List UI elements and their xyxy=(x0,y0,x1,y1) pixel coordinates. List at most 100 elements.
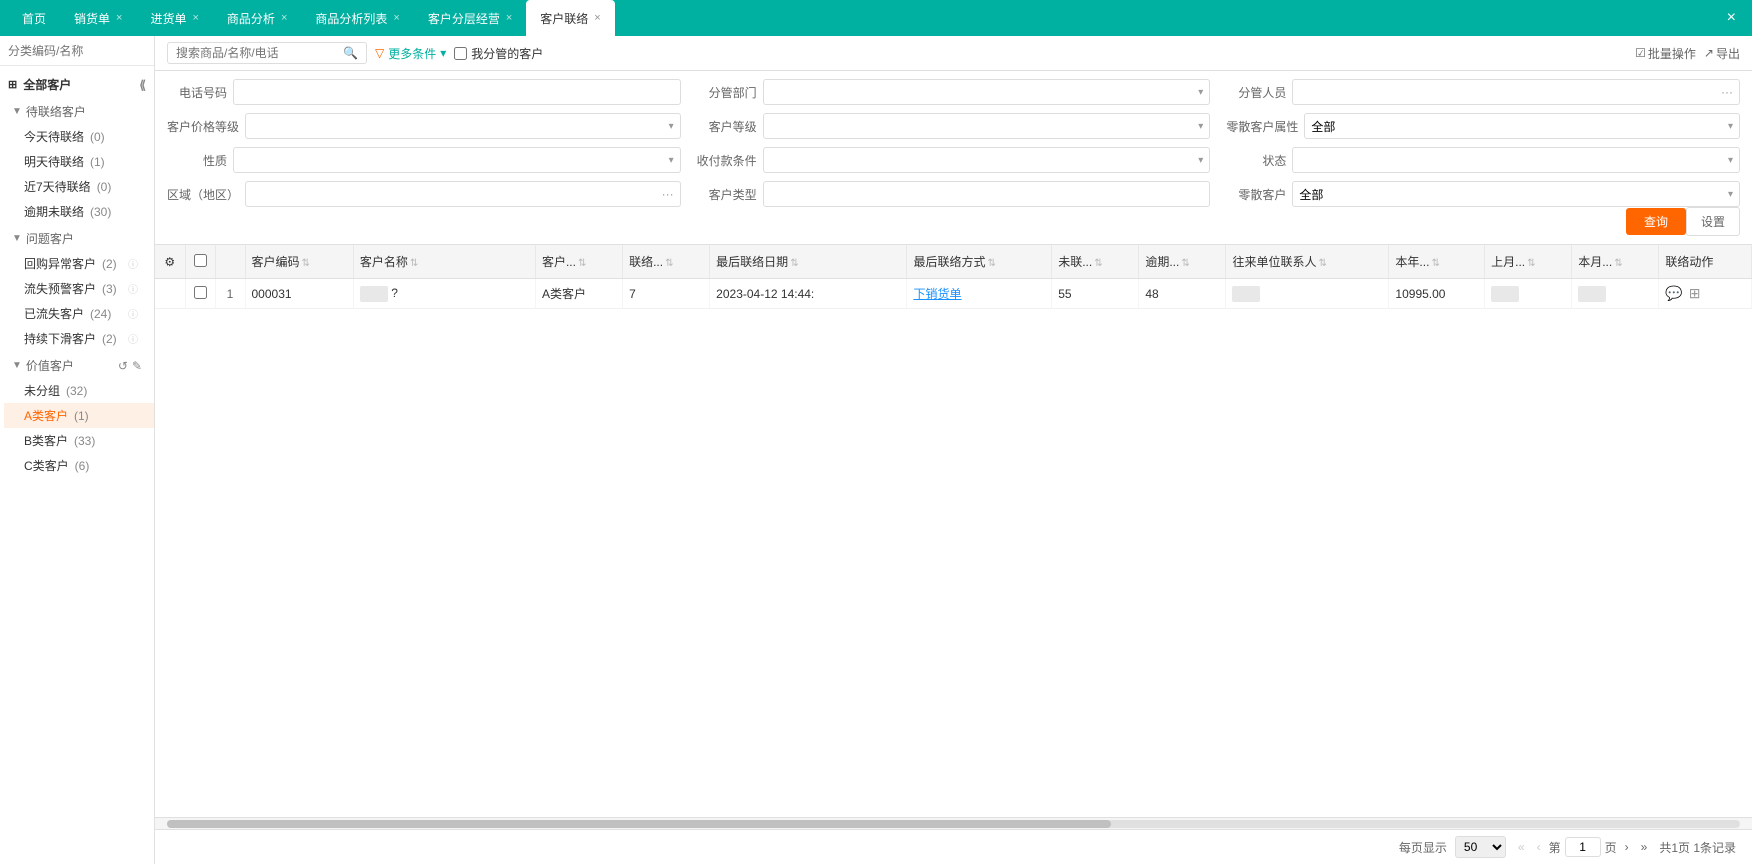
filter-payment-input[interactable]: ▾ xyxy=(763,147,1211,173)
abnormal-info-icon[interactable]: ⓘ xyxy=(128,256,138,271)
tab-goods-list[interactable]: 商品分析列表 × xyxy=(301,0,413,36)
sidebar-item-class-c[interactable]: C类客户(6) xyxy=(4,453,154,478)
my-customers-checkbox[interactable]: 我分管的客户 xyxy=(454,45,543,62)
tab-customer-contact-close[interactable]: × xyxy=(594,12,600,24)
phone-input-field[interactable] xyxy=(240,85,674,99)
region-input-field[interactable] xyxy=(252,187,658,201)
tab-sales[interactable]: 销货单 × xyxy=(60,0,136,36)
page-size-select[interactable]: 10 20 50 100 xyxy=(1455,836,1506,858)
last-page-button[interactable]: » xyxy=(1637,838,1652,856)
sidebar-item-churned[interactable]: 已流失客户(24) ⓘ xyxy=(4,301,154,326)
table-col-gear[interactable]: ⚙ xyxy=(155,245,185,279)
dept-input-field[interactable] xyxy=(770,85,1195,99)
filter-dept-input[interactable]: ▾ xyxy=(763,79,1211,105)
last-method-link[interactable]: 下销货单 xyxy=(913,287,961,301)
nature-input-field[interactable] xyxy=(240,153,665,167)
customer-type-input-field[interactable] xyxy=(770,187,1204,201)
table-col-contact[interactable]: 联络...⇅ xyxy=(623,245,710,279)
sidebar-item-tomorrow[interactable]: 明天待联络(1) xyxy=(4,149,154,174)
tab-goods-analysis-close[interactable]: × xyxy=(281,12,287,24)
table-col-this-year[interactable]: 本年...⇅ xyxy=(1389,245,1485,279)
table-col-no-contact[interactable]: 未联...⇅ xyxy=(1052,245,1139,279)
status-input-field[interactable] xyxy=(1299,153,1724,167)
customer-level-input-field[interactable] xyxy=(770,119,1195,133)
select-all-checkbox[interactable] xyxy=(194,254,207,267)
main-search-input[interactable] xyxy=(176,46,339,60)
prev-page-button[interactable]: ‹ xyxy=(1533,838,1545,856)
churned-info-icon[interactable]: ⓘ xyxy=(128,306,138,321)
price-level-input-field[interactable] xyxy=(252,119,665,133)
sidebar-section-pending-title[interactable]: ▼ 待联络客户 xyxy=(0,99,154,124)
tab-home[interactable]: 首页 xyxy=(8,0,60,36)
declining-info-icon[interactable]: ⓘ xyxy=(128,331,138,346)
table-col-last-month[interactable]: 上月...⇅ xyxy=(1485,245,1572,279)
sidebar-item-class-a[interactable]: A类客户(1) xyxy=(4,403,154,428)
filter-customer-level-input[interactable]: ▾ xyxy=(763,113,1211,139)
grid-action-icon[interactable]: ⊞ xyxy=(1689,285,1701,302)
sidebar-item-7days[interactable]: 近7天待联络(0) xyxy=(4,174,154,199)
sidebar-item-abnormal[interactable]: 回购异常客户(2) ⓘ xyxy=(4,251,154,276)
chat-action-icon[interactable]: 💬 xyxy=(1665,285,1682,302)
row-last-method[interactable]: 下销货单 xyxy=(907,279,1052,309)
sidebar-section-problem-title[interactable]: ▼ 问题客户 xyxy=(0,226,154,251)
filter-retail-attr-input[interactable]: 全部 ▾ xyxy=(1304,113,1740,139)
table-col-level[interactable]: 客户...⇅ xyxy=(535,245,622,279)
table-col-overdue[interactable]: 逾期...⇅ xyxy=(1139,245,1226,279)
table-col-unit-contact[interactable]: 往来单位联系人⇅ xyxy=(1226,245,1389,279)
table-col-checkbox[interactable] xyxy=(185,245,215,279)
value-refresh-icon[interactable]: ↺ xyxy=(118,359,128,373)
next-page-button[interactable]: › xyxy=(1621,838,1633,856)
tab-goods-list-close[interactable]: × xyxy=(393,12,399,24)
churn-warn-info-icon[interactable]: ⓘ xyxy=(128,281,138,296)
sidebar-search-input[interactable] xyxy=(8,44,155,58)
filter-status-input[interactable]: ▾ xyxy=(1292,147,1740,173)
table-col-this-month[interactable]: 本月...⇅ xyxy=(1572,245,1659,279)
table-col-code[interactable]: 客户编码⇅ xyxy=(245,245,353,279)
tab-customer-segment-close[interactable]: × xyxy=(506,12,512,24)
tab-customer-segment[interactable]: 客户分层经营 × xyxy=(414,0,526,36)
payment-input-field[interactable] xyxy=(770,153,1195,167)
page-number-input[interactable] xyxy=(1565,837,1601,857)
row-code[interactable]: 000031 xyxy=(245,279,353,309)
tab-purchase-close[interactable]: × xyxy=(192,12,198,24)
table-col-last-method[interactable]: 最后联络方式⇅ xyxy=(907,245,1052,279)
scrollbar-thumb[interactable] xyxy=(167,820,1111,828)
more-filters-button[interactable]: ▽ 更多条件 ▾ xyxy=(375,45,446,62)
table-col-last-date[interactable]: 最后联络日期⇅ xyxy=(710,245,907,279)
tab-customer-contact[interactable]: 客户联络 × xyxy=(526,0,614,36)
sidebar-item-today[interactable]: 今天待联络(0) xyxy=(4,124,154,149)
table-col-name[interactable]: 客户名称⇅ xyxy=(353,245,535,279)
window-close-button[interactable]: × xyxy=(1719,9,1744,27)
person-input-field[interactable] xyxy=(1299,85,1717,99)
value-edit-icon[interactable]: ✎ xyxy=(132,359,142,373)
filter-phone-input[interactable] xyxy=(233,79,681,105)
row-checkbox[interactable] xyxy=(194,286,207,299)
main-search-icon[interactable]: 🔍 xyxy=(343,46,358,60)
sidebar-item-overdue[interactable]: 逾期未联络(30) xyxy=(4,199,154,224)
sidebar-item-declining[interactable]: 持续下滑客户(2) ⓘ xyxy=(4,326,154,351)
row-name[interactable]: ? xyxy=(353,279,535,309)
batch-operation-button[interactable]: ☑ 批量操作 xyxy=(1635,45,1696,62)
tab-goods-analysis[interactable]: 商品分析 × xyxy=(213,0,301,36)
tab-sales-close[interactable]: × xyxy=(116,12,122,24)
tab-purchase[interactable]: 进货单 × xyxy=(136,0,212,36)
filter-retail-input[interactable]: 全部 ▾ xyxy=(1292,181,1740,207)
filter-customer-type-input[interactable] xyxy=(763,181,1211,207)
horizontal-scrollbar[interactable] xyxy=(155,817,1752,829)
query-button[interactable]: 查询 xyxy=(1626,208,1686,235)
sidebar-item-unclassified[interactable]: 未分组(32) xyxy=(4,378,154,403)
sidebar-item-churn-warn[interactable]: 流失预警客户(3) ⓘ xyxy=(4,276,154,301)
sidebar-section-value-title[interactable]: ▼ 价值客户 ↺ ✎ xyxy=(0,353,154,378)
sidebar-item-class-b[interactable]: B类客户(33) xyxy=(4,428,154,453)
filter-nature-input[interactable]: ▾ xyxy=(233,147,681,173)
my-customers-checkbox-input[interactable] xyxy=(454,47,467,60)
setting-button[interactable]: 设置 xyxy=(1686,207,1740,236)
first-page-button[interactable]: « xyxy=(1514,838,1529,856)
sidebar-collapse-icon[interactable]: ⟪ xyxy=(139,78,146,92)
filter-person-input[interactable]: ··· xyxy=(1292,79,1740,105)
sidebar-all-customers[interactable]: ⊞ 全部客户 ⟪ xyxy=(0,70,154,99)
row-checkbox-cell[interactable] xyxy=(185,279,215,309)
export-button[interactable]: ↗ 导出 xyxy=(1704,45,1740,62)
filter-price-level-input[interactable]: ▾ xyxy=(245,113,681,139)
filter-region-input[interactable]: ··· xyxy=(245,181,681,207)
